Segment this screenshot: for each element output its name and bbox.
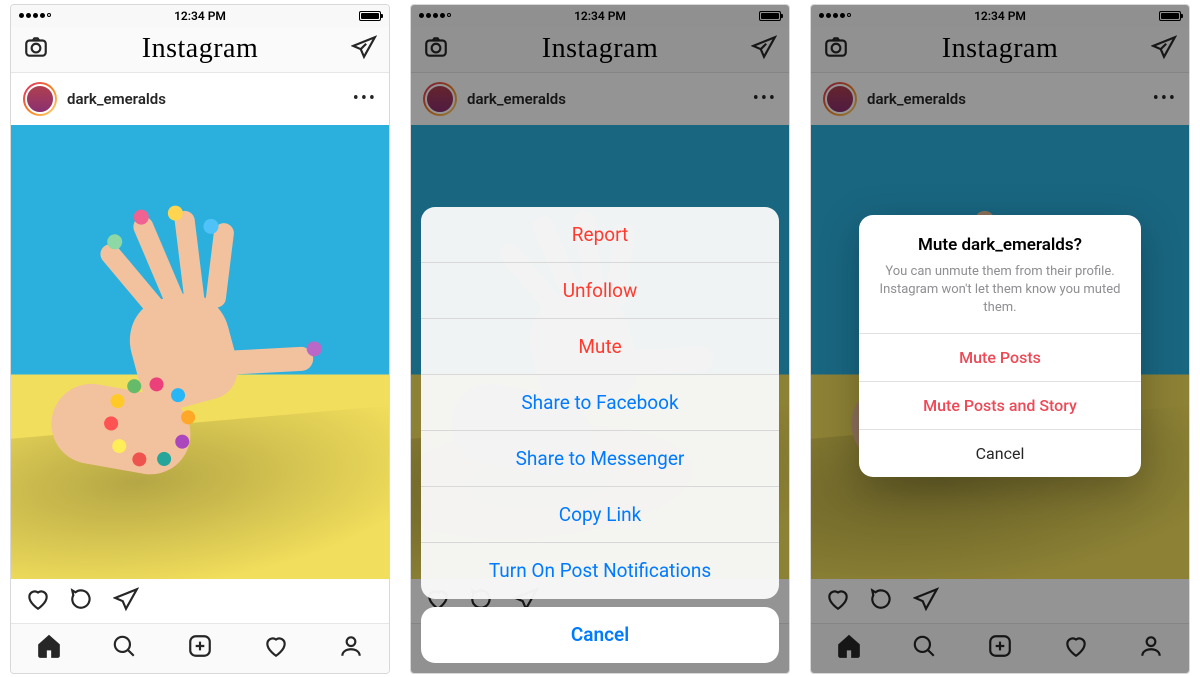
action-post-notifications[interactable]: Turn On Post Notifications — [421, 543, 779, 599]
profile-tab-icon[interactable] — [338, 633, 364, 663]
instagram-logo: Instagram — [142, 33, 258, 65]
share-icon[interactable] — [113, 586, 139, 616]
send-icon[interactable] — [351, 34, 377, 64]
tab-bar — [11, 623, 389, 673]
status-bar: 12:34 PM — [11, 5, 389, 27]
heart-icon[interactable] — [25, 586, 51, 616]
action-mute[interactable]: Mute — [421, 319, 779, 375]
action-unfollow[interactable]: Unfollow — [421, 263, 779, 319]
avatar[interactable] — [23, 82, 57, 116]
phone-screen-mute-alert: 12:34 PM Instagram dark_emeralds ••• Mut… — [810, 4, 1190, 674]
search-tab-icon[interactable] — [111, 633, 137, 663]
action-sheet: Report Unfollow Mute Share to Facebook S… — [421, 207, 779, 663]
top-nav: Instagram — [11, 27, 389, 73]
phone-screen-actionsheet: 12:34 PM Instagram dark_emeralds ••• Rep… — [410, 4, 790, 674]
post-image[interactable] — [11, 125, 389, 579]
phone-screen-feed: 12:34 PM Instagram dark_emeralds ••• — [10, 4, 390, 674]
mute-cancel-button[interactable]: Cancel — [859, 429, 1141, 477]
action-report[interactable]: Report — [421, 207, 779, 263]
add-tab-icon[interactable] — [187, 633, 213, 663]
action-cancel[interactable]: Cancel — [421, 607, 779, 663]
mute-posts-button[interactable]: Mute Posts — [859, 333, 1141, 381]
camera-icon[interactable] — [23, 34, 49, 64]
post-header: dark_emeralds ••• — [11, 73, 389, 125]
signal-strength-icon — [19, 13, 51, 18]
action-copy-link[interactable]: Copy Link — [421, 487, 779, 543]
alert-title: Mute dark_emeralds? — [879, 235, 1121, 255]
post-username[interactable]: dark_emeralds — [67, 90, 353, 108]
post-actions — [11, 579, 389, 623]
status-time: 12:34 PM — [11, 9, 389, 23]
action-share-messenger[interactable]: Share to Messenger — [421, 431, 779, 487]
battery-icon — [359, 11, 381, 21]
mute-alert: Mute dark_emeralds? You can unmute them … — [859, 215, 1141, 478]
post-more-button[interactable]: ••• — [353, 88, 377, 109]
action-share-facebook[interactable]: Share to Facebook — [421, 375, 779, 431]
activity-tab-icon[interactable] — [263, 633, 289, 663]
comment-icon[interactable] — [69, 586, 95, 616]
home-tab-icon[interactable] — [36, 633, 62, 663]
alert-message: You can unmute them from their profile. … — [879, 263, 1121, 318]
mute-posts-and-story-button[interactable]: Mute Posts and Story — [859, 381, 1141, 429]
